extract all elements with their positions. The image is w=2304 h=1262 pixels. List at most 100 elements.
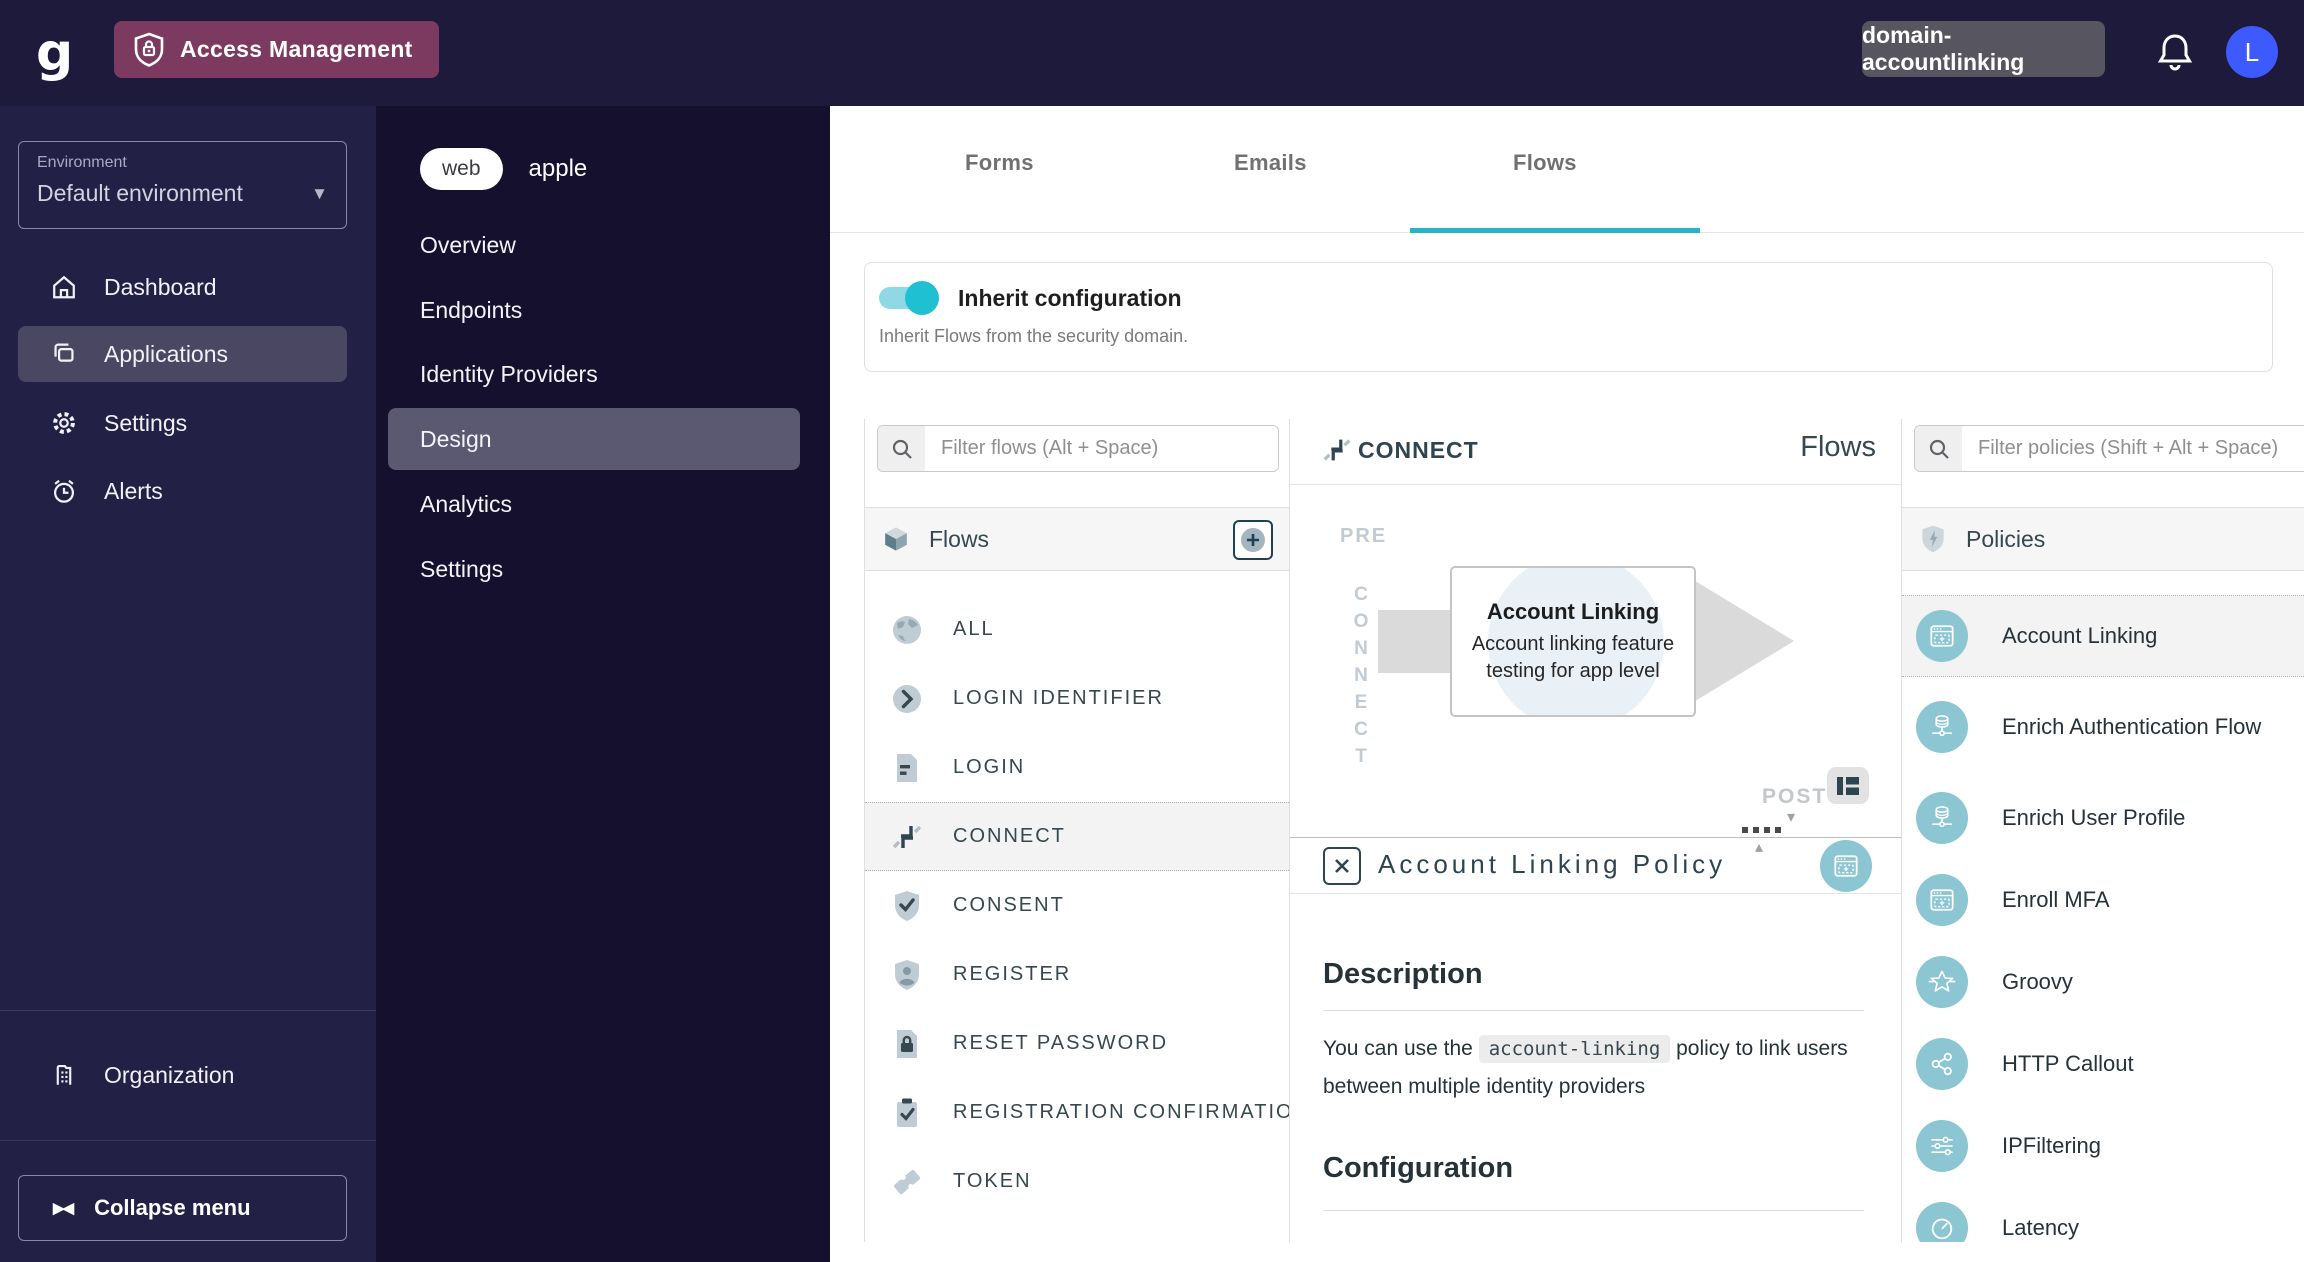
applications-icon xyxy=(48,338,80,370)
flow-item-login-identifier[interactable]: LOGIN IDENTIFIER xyxy=(865,664,1289,733)
search-icon xyxy=(1915,426,1962,471)
sidebar-item-dashboard[interactable]: Dashboard xyxy=(18,259,347,315)
policy-item-ipfiltering[interactable]: IPFiltering xyxy=(1902,1105,2304,1187)
notifications-bell-icon[interactable] xyxy=(2152,28,2198,83)
app-window: g Access Management domain-accountlinkin… xyxy=(0,0,2304,1262)
search-icon xyxy=(878,426,925,471)
flow-item-connect[interactable]: CONNECT xyxy=(865,802,1289,871)
product-badge[interactable]: Access Management xyxy=(114,21,439,78)
flow-designer-panel: CONNECT Flows PRE CONNECT Account Linkin… xyxy=(1290,419,1902,1242)
main-sidebar: Environment Default environment ▼ Dashbo… xyxy=(0,106,376,1262)
shield-check-icon xyxy=(889,888,925,924)
sidebar-item-label: Dashboard xyxy=(104,273,217,300)
document-lock-icon xyxy=(889,1026,925,1062)
environment-label: Environment xyxy=(37,154,127,171)
post-step-label: POST xyxy=(1762,785,1828,808)
filter-flows-field xyxy=(877,425,1279,472)
window-plus-icon xyxy=(1916,610,1968,662)
close-icon[interactable] xyxy=(1323,847,1361,885)
policy-item-latency[interactable]: Latency xyxy=(1902,1187,2304,1242)
designer-header: CONNECT Flows xyxy=(1290,419,1901,485)
flow-item-all[interactable]: ALL xyxy=(865,595,1289,664)
add-flow-button[interactable] xyxy=(1233,520,1273,560)
policy-item-groovy[interactable]: Groovy xyxy=(1902,941,2304,1023)
filter-flows-input[interactable] xyxy=(925,426,1278,471)
appnav-item-design[interactable]: Design xyxy=(388,408,800,470)
appnav-item-endpoints[interactable]: Endpoints xyxy=(388,279,800,341)
policy-item-enrich-user-profile[interactable]: Enrich User Profile xyxy=(1902,777,2304,859)
share-nodes-icon xyxy=(1916,1038,1968,1090)
active-tab-indicator xyxy=(1410,228,1700,233)
clipboard-check-icon xyxy=(889,1095,925,1131)
database-node-icon xyxy=(1916,701,1968,753)
sidebar-item-organization[interactable]: Organization xyxy=(18,1047,347,1103)
policy-item-enroll-mfa[interactable]: Enroll MFA xyxy=(1902,859,2304,941)
sidebar-item-label: Applications xyxy=(104,340,229,367)
collapse-arrows-icon: ▶◀ xyxy=(53,1200,74,1217)
appnav-item-analytics[interactable]: Analytics xyxy=(388,473,800,535)
tab-forms[interactable]: Forms xyxy=(965,150,1034,176)
shield-lock-icon xyxy=(132,31,166,69)
collapse-menu-label: Collapse menu xyxy=(94,1195,251,1220)
inherit-configuration-card: Inherit configuration Inherit Flows from… xyxy=(864,262,2273,372)
environment-selector[interactable]: Environment Default environment ▼ xyxy=(18,141,347,229)
domain-selector-button[interactable]: domain-accountlinking xyxy=(1862,21,2105,77)
flows-list-panel: Flows ALL LOGIN IDENTIFIER xyxy=(864,419,1290,1242)
gravitee-logo[interactable]: g xyxy=(36,24,73,82)
appnav-item-identity-providers[interactable]: Identity Providers xyxy=(388,343,800,405)
shield-person-icon xyxy=(889,957,925,993)
flow-designer-panels: Flows ALL LOGIN IDENTIFIER xyxy=(830,419,2304,1242)
connect-icon xyxy=(1320,433,1354,467)
inherit-configuration-subtitle: Inherit Flows from the security domain. xyxy=(879,326,1189,346)
globe-icon xyxy=(889,612,925,648)
flows-header-label: Flows xyxy=(929,525,990,552)
policy-item-http-callout[interactable]: HTTP Callout xyxy=(1902,1023,2304,1105)
flow-item-reset-password[interactable]: RESET PASSWORD xyxy=(865,1009,1289,1078)
configuration-heading: Configuration xyxy=(1323,1152,1514,1184)
sidebar-item-alerts[interactable]: Alerts xyxy=(18,463,347,519)
window-plus-icon xyxy=(1916,874,1968,926)
sidebar-item-applications[interactable]: Applications xyxy=(18,326,347,382)
policy-code-chip: account-linking xyxy=(1478,1035,1671,1063)
flow-item-token[interactable]: TOKEN xyxy=(865,1147,1289,1216)
designer-panel-label: Flows xyxy=(1800,431,1876,463)
product-badge-label: Access Management xyxy=(180,36,413,62)
home-icon xyxy=(48,271,80,303)
policy-detail-title: Account Linking Policy xyxy=(1378,849,1727,879)
sidebar-item-settings[interactable]: Settings xyxy=(18,395,347,451)
flow-item-login[interactable]: LOGIN xyxy=(865,733,1289,802)
gauge-icon xyxy=(1916,1202,1968,1242)
groovy-star-icon xyxy=(1916,956,1968,1008)
filter-policies-input[interactable] xyxy=(1962,426,2304,471)
database-node-icon xyxy=(1916,792,1968,844)
tab-flows[interactable]: Flows xyxy=(1513,150,1577,176)
triangle-down-icon: ▾ xyxy=(1787,809,1796,826)
step-node-title: Account Linking xyxy=(1486,598,1660,624)
policy-item-account-linking[interactable]: Account Linking xyxy=(1902,595,2304,677)
sidebar-divider xyxy=(0,1140,376,1141)
flow-stage-vertical-label: CONNECT xyxy=(1353,584,1369,767)
pre-step-label: PRE xyxy=(1340,525,1388,547)
alarm-icon xyxy=(48,475,80,507)
tab-emails[interactable]: Emails xyxy=(1234,150,1307,176)
appnav-item-overview[interactable]: Overview xyxy=(388,214,800,276)
sidebar-divider xyxy=(0,1010,376,1011)
step-node-subtitle: Account linking feature testing for app … xyxy=(1471,632,1675,682)
user-avatar[interactable]: L xyxy=(2226,26,2278,78)
flow-item-consent[interactable]: CONSENT xyxy=(865,871,1289,940)
policy-detail-panel: Account Linking Policy Description You c… xyxy=(1290,837,1901,1242)
main-content: Forms Emails Flows Inherit configuration… xyxy=(830,106,2304,1262)
connect-icon xyxy=(889,819,925,855)
appnav-item-settings[interactable]: Settings xyxy=(388,538,800,600)
design-tabs: Forms Emails Flows xyxy=(830,106,2304,233)
document-icon xyxy=(889,750,925,786)
collapse-menu-button[interactable]: ▶◀ Collapse menu xyxy=(18,1175,347,1241)
shield-bolt-icon xyxy=(1918,523,1948,555)
flow-item-registration-confirmation[interactable]: REGISTRATION CONFIRMATIO xyxy=(865,1078,1289,1147)
inherit-configuration-toggle[interactable] xyxy=(879,281,939,315)
policy-item-enrich-authentication-flow[interactable]: Enrich Authentication Flow xyxy=(1902,677,2304,777)
application-sidebar: web apple Overview Endpoints Identity Pr… xyxy=(376,106,830,1262)
compact-view-toggle[interactable] xyxy=(1827,767,1869,804)
account-linking-step-node[interactable]: Account Linking Account linking feature … xyxy=(1450,566,1696,717)
flow-item-register[interactable]: REGISTER xyxy=(865,940,1289,1009)
